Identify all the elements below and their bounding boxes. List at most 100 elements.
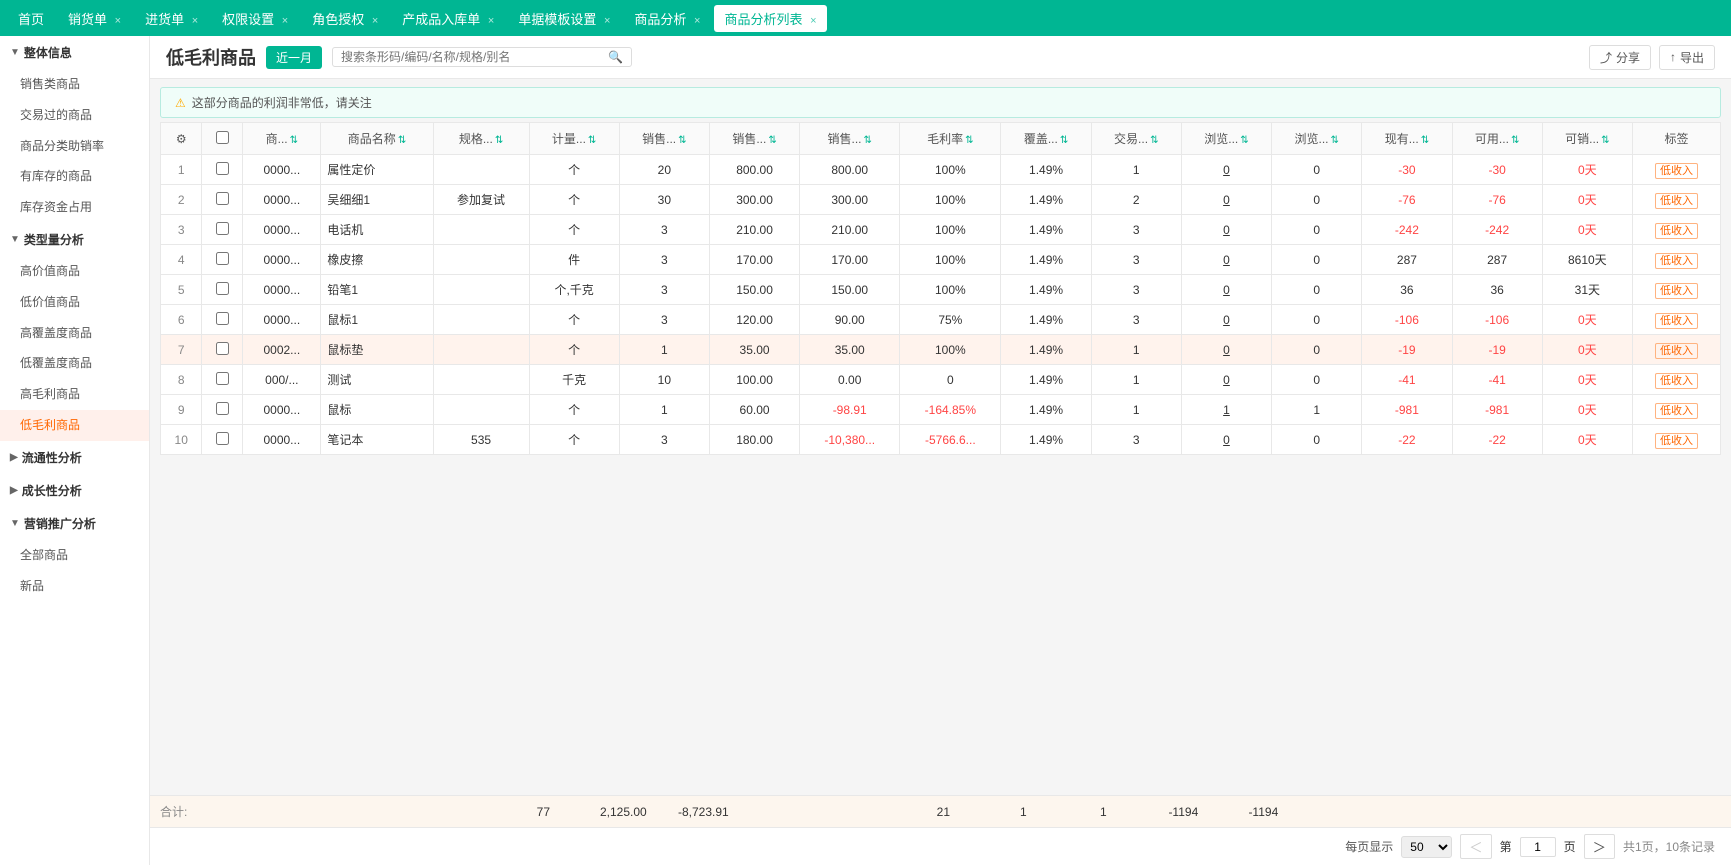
row-checkbox[interactable] <box>216 222 229 235</box>
row-checkbox[interactable] <box>216 192 229 205</box>
col-coverage[interactable]: 覆盖...⇅ <box>1001 123 1091 155</box>
nav-analysis-list[interactable]: 商品分析列表 × <box>714 5 826 32</box>
col-tag[interactable]: 标签 <box>1632 123 1720 155</box>
row-sellable: 0天 <box>1542 395 1632 425</box>
row-profit-rate: 0 <box>900 365 1001 395</box>
sidebar-item-low-value[interactable]: 低价值商品 <box>0 287 149 318</box>
col-browse2[interactable]: 浏览...⇅ <box>1272 123 1362 155</box>
row-cb[interactable] <box>202 425 243 455</box>
row-browse1[interactable]: 0 <box>1181 365 1271 395</box>
nav-analysis[interactable]: 商品分析 × <box>624 5 710 32</box>
col-code[interactable]: 商...⇅ <box>243 123 321 155</box>
col-sellable[interactable]: 可销...⇅ <box>1542 123 1632 155</box>
row-browse1[interactable]: 0 <box>1181 155 1271 185</box>
row-unit: 个 <box>529 185 619 215</box>
row-cb[interactable] <box>202 185 243 215</box>
page-size-select[interactable]: 50 100 200 <box>1401 836 1452 858</box>
prev-page-btn[interactable]: ＜ <box>1460 834 1491 859</box>
row-browse1[interactable]: 0 <box>1181 245 1271 275</box>
row-cb[interactable] <box>202 275 243 305</box>
row-browse1[interactable]: 1 <box>1181 395 1271 425</box>
sidebar-group-type[interactable]: ▼ 类型量分析 <box>0 223 149 256</box>
row-checkbox[interactable] <box>216 432 229 445</box>
footer-browse1: 1 <box>983 805 1063 819</box>
col-checkbox[interactable] <box>202 123 243 155</box>
next-page-btn[interactable]: ＞ <box>1584 834 1615 859</box>
sidebar-item-stock-goods[interactable]: 有库存的商品 <box>0 161 149 192</box>
sidebar-group-marketing[interactable]: ▼ 营销推广分析 <box>0 507 149 540</box>
row-checkbox[interactable] <box>216 162 229 175</box>
col-sales-price[interactable]: 销售...⇅ <box>709 123 799 155</box>
select-all-checkbox[interactable] <box>216 131 229 144</box>
nav-home[interactable]: 首页 <box>8 5 54 32</box>
row-no: 9 <box>161 395 202 425</box>
row-no: 5 <box>161 275 202 305</box>
row-browse1[interactable]: 0 <box>1181 215 1271 245</box>
col-unit[interactable]: 计量...⇅ <box>529 123 619 155</box>
row-browse1[interactable]: 0 <box>1181 305 1271 335</box>
row-cb[interactable] <box>202 215 243 245</box>
sidebar-item-category-rate[interactable]: 商品分类助销率 <box>0 131 149 162</box>
row-cb[interactable] <box>202 305 243 335</box>
row-browse1[interactable]: 0 <box>1181 335 1271 365</box>
period-button[interactable]: 近一月 <box>266 46 322 69</box>
row-cb[interactable] <box>202 335 243 365</box>
row-cb[interactable] <box>202 395 243 425</box>
sidebar-group-flow[interactable]: ▶ 流通性分析 <box>0 441 149 474</box>
row-browse1[interactable]: 0 <box>1181 185 1271 215</box>
sidebar-item-sales-goods[interactable]: 销售类商品 <box>0 69 149 100</box>
row-cb[interactable] <box>202 155 243 185</box>
row-checkbox[interactable] <box>216 282 229 295</box>
page-input[interactable] <box>1520 837 1556 857</box>
row-cb[interactable] <box>202 245 243 275</box>
col-sales-qty[interactable]: 销售...⇅ <box>619 123 709 155</box>
col-settings[interactable]: ⚙ <box>161 123 202 155</box>
sidebar-item-new-goods[interactable]: 新品 <box>0 571 149 602</box>
sidebar-item-high-coverage[interactable]: 高覆盖度商品 <box>0 318 149 349</box>
col-trade[interactable]: 交易...⇅ <box>1091 123 1181 155</box>
share-button[interactable]: ⤴ 分享 <box>1589 45 1651 70</box>
col-stock[interactable]: 现有...⇅ <box>1362 123 1452 155</box>
row-browse2: 0 <box>1272 365 1362 395</box>
sidebar-group-growth[interactable]: ▶ 成长性分析 <box>0 474 149 507</box>
sidebar-item-all-goods[interactable]: 全部商品 <box>0 540 149 571</box>
row-browse2: 0 <box>1272 215 1362 245</box>
nav-permissions[interactable]: 权限设置 × <box>212 5 298 32</box>
row-amount: 150.00 <box>800 275 900 305</box>
nav-role[interactable]: 角色授权 × <box>302 5 388 32</box>
row-checkbox[interactable] <box>216 312 229 325</box>
row-checkbox[interactable] <box>216 342 229 355</box>
nav-sales[interactable]: 销货单 × <box>58 5 131 32</box>
sidebar-item-low-coverage[interactable]: 低覆盖度商品 <box>0 348 149 379</box>
row-no: 2 <box>161 185 202 215</box>
row-cb[interactable] <box>202 365 243 395</box>
row-browse1[interactable]: 0 <box>1181 425 1271 455</box>
nav-template[interactable]: 单据模板设置 × <box>508 5 620 32</box>
col-spec[interactable]: 规格...⇅ <box>433 123 529 155</box>
row-browse1[interactable]: 0 <box>1181 275 1271 305</box>
row-profit-rate: 100% <box>900 245 1001 275</box>
sidebar-item-low-profit[interactable]: 低毛利商品 <box>0 410 149 441</box>
row-checkbox[interactable] <box>216 372 229 385</box>
sidebar-item-high-value[interactable]: 高价值商品 <box>0 256 149 287</box>
col-avail[interactable]: 可用...⇅ <box>1452 123 1542 155</box>
sidebar-item-high-profit[interactable]: 高毛利商品 <box>0 379 149 410</box>
row-name: 鼠标垫 <box>321 335 433 365</box>
row-checkbox[interactable] <box>216 252 229 265</box>
col-profit-rate[interactable]: 毛利率⇅ <box>900 123 1001 155</box>
sidebar-item-traded-goods[interactable]: 交易过的商品 <box>0 100 149 131</box>
sidebar-group-overall[interactable]: ▼ 整体信息 <box>0 36 149 69</box>
table-row: 4 0000... 橡皮擦 件 3 170.00 170.00 100% 1.4… <box>161 245 1721 275</box>
col-browse1[interactable]: 浏览...⇅ <box>1181 123 1271 155</box>
search-input[interactable] <box>341 50 604 64</box>
row-tag: 低收入 <box>1632 425 1720 455</box>
export-button[interactable]: ↑ 导出 <box>1659 45 1715 70</box>
nav-purchase[interactable]: 进货单 × <box>135 5 208 32</box>
nav-product-in[interactable]: 产成品入库单 × <box>392 5 504 32</box>
row-checkbox[interactable] <box>216 402 229 415</box>
sidebar-item-stock-capital[interactable]: 库存资金占用 <box>0 192 149 223</box>
row-spec <box>433 305 529 335</box>
row-avail: 36 <box>1452 275 1542 305</box>
col-sales-amount[interactable]: 销售...⇅ <box>800 123 900 155</box>
col-name[interactable]: 商品名称⇅ <box>321 123 433 155</box>
